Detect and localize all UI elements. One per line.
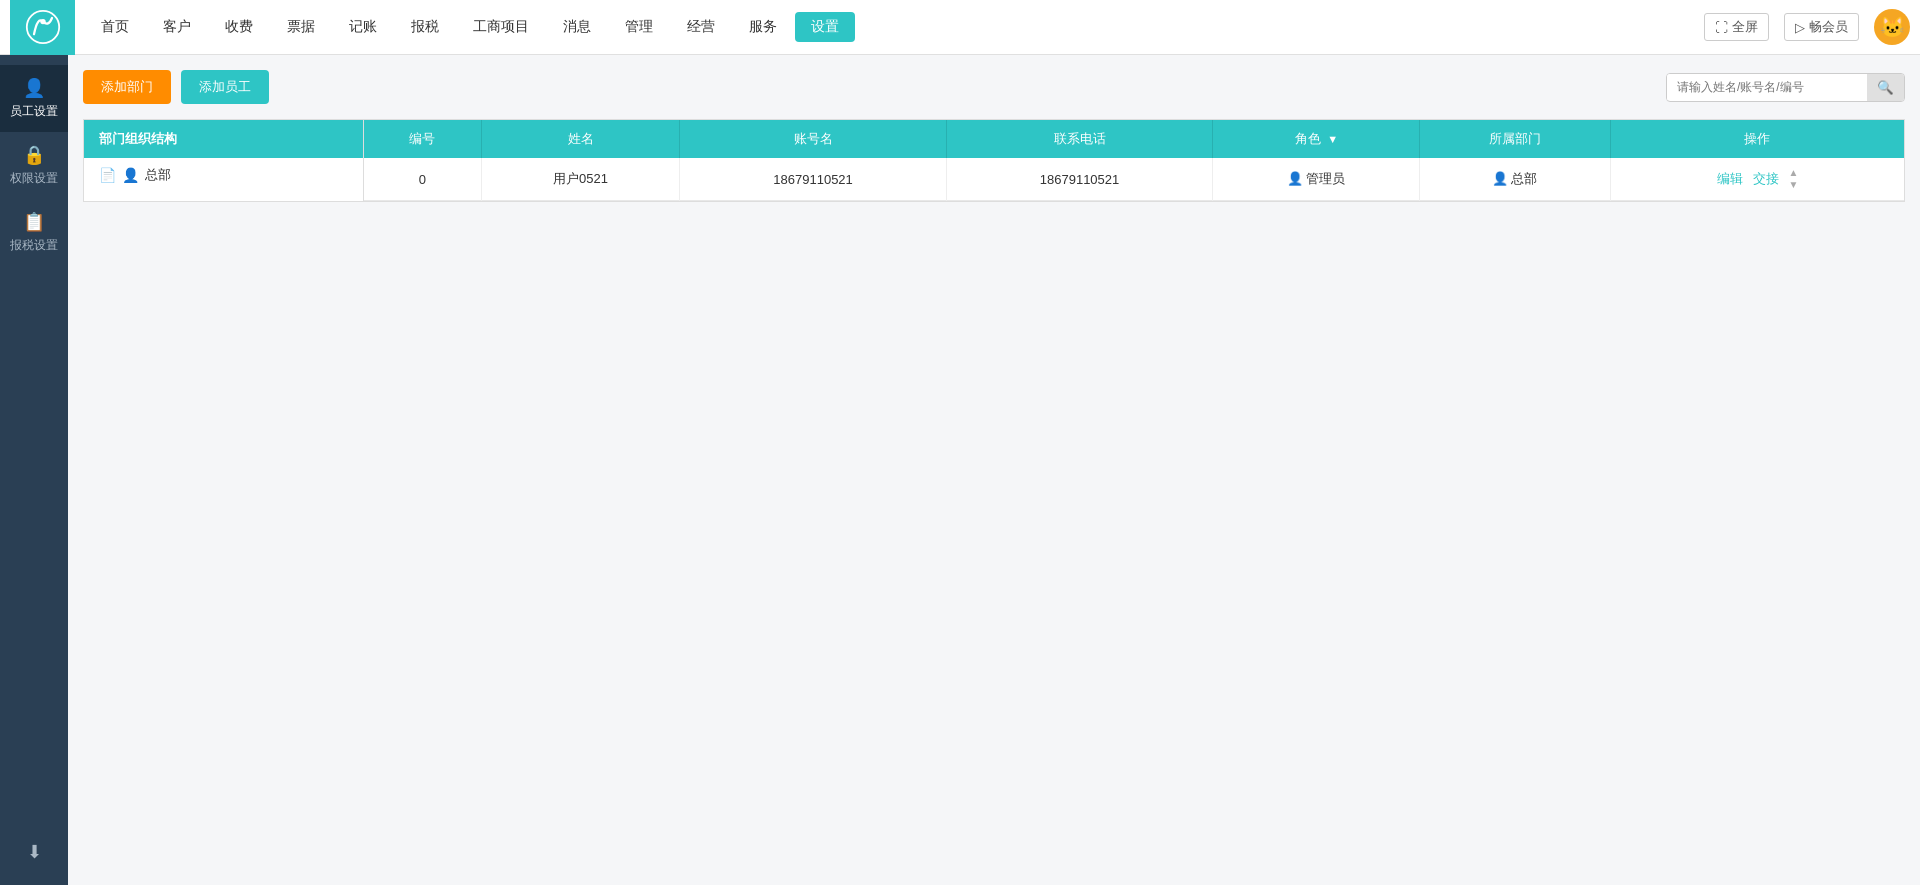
search-input[interactable]: [1667, 74, 1867, 100]
member-button[interactable]: ▷ 畅会员: [1784, 13, 1859, 41]
cell-dept: 👤总部: [1420, 158, 1610, 201]
nav-menu: 首页客户收费票据记账报税工商项目消息管理经营服务设置: [85, 12, 1704, 42]
nav-item-客户[interactable]: 客户: [147, 12, 207, 42]
row-scroll-arrows[interactable]: ▲▼: [1784, 168, 1802, 190]
add-dept-button[interactable]: 添加部门: [83, 70, 171, 104]
right-panel: 编号 姓名 账号名 联系电话 角色 ▼ 所属部门 操作: [364, 120, 1904, 201]
nav-item-首页[interactable]: 首页: [85, 12, 145, 42]
dept-tree-item-general[interactable]: 📄 👤 总部: [84, 158, 363, 192]
member-label: 畅会员: [1809, 18, 1848, 36]
col-header-phone: 联系电话: [946, 120, 1212, 158]
report-icon: 📋: [23, 211, 45, 233]
download-icon: ⬇: [27, 841, 42, 863]
col-header-dept: 所属部门: [1420, 120, 1610, 158]
cell-phone: 18679110521: [946, 158, 1212, 201]
sidebar: 👤 员工设置 🔒 权限设置 📋 报税设置 ⬇: [0, 55, 68, 885]
transfer-link[interactable]: 交接: [1753, 170, 1779, 188]
sidebar-item-tax-label: 报税设置: [10, 237, 58, 254]
cell-action: 编辑交接▲▼: [1611, 158, 1904, 200]
content-area: 添加部门 添加员工 🔍 部门组织结构 📄 👤 总部: [68, 55, 1920, 885]
dept-name-general: 总部: [145, 166, 171, 184]
nav-item-消息[interactable]: 消息: [547, 12, 607, 42]
sidebar-item-permissions-label: 权限设置: [10, 170, 58, 187]
nav-right: ⛶ 全屏 ▷ 畅会员 🐱: [1704, 9, 1910, 45]
scroll-down-arrow[interactable]: ▼: [1788, 180, 1798, 190]
top-navigation: 首页客户收费票据记账报税工商项目消息管理经营服务设置 ⛶ 全屏 ▷ 畅会员 🐱: [0, 0, 1920, 55]
nav-item-设置[interactable]: 设置: [795, 12, 855, 42]
nav-item-经营[interactable]: 经营: [671, 12, 731, 42]
table-header-row: 编号 姓名 账号名 联系电话 角色 ▼ 所属部门 操作: [364, 120, 1904, 158]
sidebar-bottom: ⬇: [0, 829, 68, 875]
nav-item-工商项目[interactable]: 工商项目: [457, 12, 545, 42]
edit-link[interactable]: 编辑: [1717, 170, 1743, 188]
cell-role: 👤管理员: [1213, 158, 1420, 201]
nav-item-服务[interactable]: 服务: [733, 12, 793, 42]
file-icon: 📄: [99, 167, 116, 183]
play-icon: ▷: [1795, 20, 1805, 35]
add-employee-button[interactable]: 添加员工: [181, 70, 269, 104]
svg-point-0: [26, 11, 58, 43]
sidebar-item-employee[interactable]: 👤 员工设置: [0, 65, 68, 132]
toolbar: 添加部门 添加员工 🔍: [83, 70, 1905, 104]
fullscreen-icon: ⛶: [1715, 20, 1728, 35]
sidebar-item-tax[interactable]: 📋 报税设置: [0, 199, 68, 266]
nav-item-记账[interactable]: 记账: [333, 12, 393, 42]
col-header-action: 操作: [1610, 120, 1904, 158]
nav-item-收费[interactable]: 收费: [209, 12, 269, 42]
col-header-role[interactable]: 角色 ▼: [1213, 120, 1420, 158]
col-header-id: 编号: [364, 120, 481, 158]
user-avatar[interactable]: 🐱: [1874, 9, 1910, 45]
cell-account: 18679110521: [680, 158, 946, 201]
left-panel: 部门组织结构 📄 👤 总部: [84, 120, 364, 201]
fullscreen-label: 全屏: [1732, 18, 1758, 36]
role-filter-icon[interactable]: ▼: [1327, 133, 1338, 145]
table-row: 0用户05211867911052118679110521👤管理员👤总部编辑交接…: [364, 158, 1904, 201]
cell-name: 用户0521: [481, 158, 680, 201]
col-header-name: 姓名: [481, 120, 680, 158]
nav-item-管理[interactable]: 管理: [609, 12, 669, 42]
sidebar-download-button[interactable]: ⬇: [0, 829, 68, 875]
nav-item-票据[interactable]: 票据: [271, 12, 331, 42]
dept-panel-header: 部门组织结构: [84, 120, 363, 158]
sidebar-item-permissions[interactable]: 🔒 权限设置: [0, 132, 68, 199]
nav-item-报税[interactable]: 报税: [395, 12, 455, 42]
lock-icon: 🔒: [23, 144, 45, 166]
person-icon: 👤: [23, 77, 45, 99]
fullscreen-button[interactable]: ⛶ 全屏: [1704, 13, 1769, 41]
cell-id: 0: [364, 158, 481, 201]
employee-table: 编号 姓名 账号名 联系电话 角色 ▼ 所属部门 操作: [364, 120, 1904, 201]
col-header-account: 账号名: [680, 120, 946, 158]
main-layout: 👤 员工设置 🔒 权限设置 📋 报税设置 ⬇ 添加部门 添加员工 🔍: [0, 55, 1920, 885]
app-logo: [10, 0, 75, 55]
tree-user-icon: 👤: [122, 167, 139, 183]
scroll-up-arrow[interactable]: ▲: [1788, 168, 1798, 178]
sidebar-item-employee-label: 员工设置: [10, 103, 58, 120]
panel-layout: 部门组织结构 📄 👤 总部 编号 姓名 账号名 联系电话: [83, 119, 1905, 202]
svg-point-1: [40, 19, 45, 24]
search-box: 🔍: [1666, 73, 1905, 102]
search-button[interactable]: 🔍: [1867, 74, 1904, 101]
